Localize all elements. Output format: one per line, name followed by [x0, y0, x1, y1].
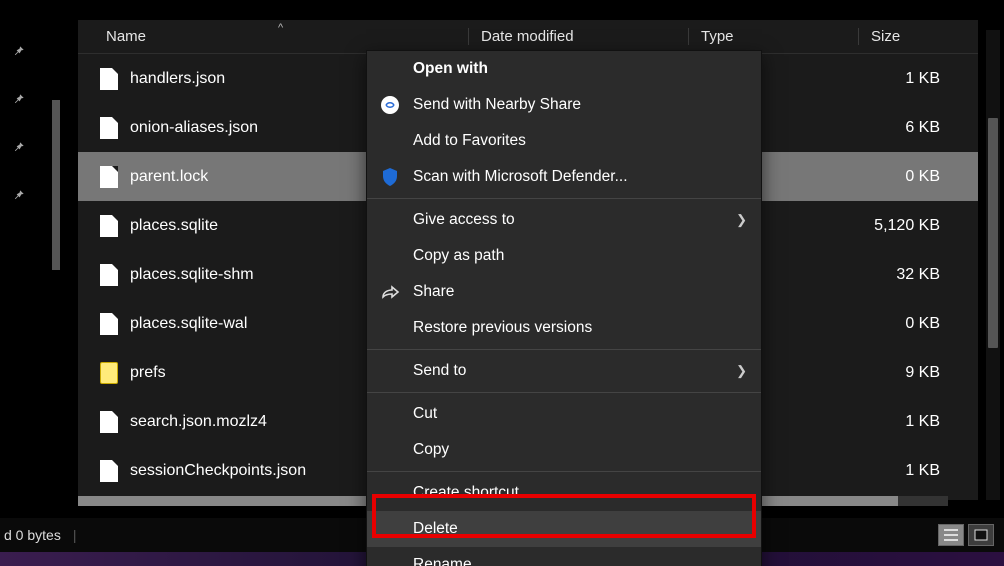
script-file-icon [98, 362, 120, 384]
menu-item-copy-as-path[interactable]: Copy as path [367, 238, 761, 274]
column-header-date[interactable]: Date modified [468, 28, 688, 45]
menu-item-label: Restore previous versions [413, 319, 592, 337]
column-headers: Name ^ Date modified Type Size [78, 20, 978, 54]
menu-item-create-shortcut[interactable]: Create shortcut [367, 475, 761, 511]
file-size: 32 KB [858, 266, 968, 284]
nearby-share-icon [379, 94, 401, 116]
file-name: search.json.mozlz4 [130, 413, 267, 431]
menu-item-label: Cut [413, 405, 437, 423]
column-header-type[interactable]: Type [688, 28, 858, 45]
status-text: d 0 bytes [0, 527, 61, 543]
file-size: 0 KB [858, 315, 968, 333]
menu-item-label: Open with [413, 60, 488, 78]
file-icon [98, 215, 120, 237]
menu-item-label: Delete [413, 520, 458, 538]
header-date-label: Date modified [481, 28, 574, 45]
menu-item-copy[interactable]: Copy [367, 432, 761, 468]
pin-icon[interactable] [10, 90, 28, 108]
file-size: 9 KB [858, 364, 968, 382]
file-size: 1 KB [858, 70, 968, 88]
menu-item-label: Copy as path [413, 247, 504, 265]
menu-separator [367, 471, 761, 472]
menu-item-label: Copy [413, 441, 449, 459]
header-name-label: Name [106, 28, 146, 45]
menu-separator [367, 349, 761, 350]
thumbnails-view-button[interactable] [968, 524, 994, 546]
menu-item-label: Give access to [413, 211, 515, 229]
pin-icon[interactable] [10, 138, 28, 156]
menu-item-open-with[interactable]: Open with [367, 51, 761, 87]
file-name: places.sqlite-wal [130, 315, 247, 333]
menu-item-label: Share [413, 283, 454, 301]
file-size: 6 KB [858, 119, 968, 137]
file-icon [98, 460, 120, 482]
vertical-scrollbar-thumb[interactable] [988, 118, 998, 348]
file-size: 0 KB [858, 168, 968, 186]
menu-item-label: Add to Favorites [413, 132, 526, 150]
context-menu: Open with Send with Nearby Share Add to Fa… [366, 50, 762, 566]
pin-icon[interactable] [10, 42, 28, 60]
vertical-scrollbar[interactable] [986, 30, 1000, 500]
menu-item-label: Rename [413, 556, 472, 566]
menu-item-label: Create shortcut [413, 484, 519, 502]
quick-access-pins [10, 28, 38, 234]
file-size: 1 KB [858, 413, 968, 431]
menu-item-scan-with-microsoft-defender[interactable]: Scan with Microsoft Defender... [367, 159, 761, 195]
menu-item-label: Send with Nearby Share [413, 96, 581, 114]
shield-icon [379, 166, 401, 188]
menu-separator [367, 198, 761, 199]
share-icon [379, 281, 401, 303]
menu-item-send-to[interactable]: Send to ❯ [367, 353, 761, 389]
column-header-size[interactable]: Size [858, 28, 968, 45]
file-name: handlers.json [130, 70, 225, 88]
sort-indicator-icon: ^ [278, 22, 283, 34]
column-header-name[interactable]: Name ^ [78, 28, 468, 45]
menu-item-give-access-to[interactable]: Give access to ❯ [367, 202, 761, 238]
file-name: onion-aliases.json [130, 119, 258, 137]
menu-item-add-to-favorites[interactable]: Add to Favorites [367, 123, 761, 159]
chevron-right-icon: ❯ [736, 212, 747, 228]
file-size: 5,120 KB [858, 217, 968, 235]
file-icon [98, 117, 120, 139]
chevron-right-icon: ❯ [736, 363, 747, 379]
file-icon [98, 68, 120, 90]
file-name: prefs [130, 364, 166, 382]
file-name: parent.lock [130, 168, 208, 186]
menu-item-label: Send to [413, 362, 466, 380]
file-icon [98, 411, 120, 433]
nav-scrollbar[interactable] [52, 100, 60, 270]
file-icon [98, 264, 120, 286]
file-icon [98, 313, 120, 335]
file-name: sessionCheckpoints.json [130, 462, 306, 480]
menu-item-delete[interactable]: Delete [367, 511, 761, 547]
file-name: places.sqlite-shm [130, 266, 254, 284]
menu-item-label: Scan with Microsoft Defender... [413, 168, 628, 186]
menu-item-cut[interactable]: Cut [367, 396, 761, 432]
header-size-label: Size [871, 28, 900, 45]
menu-item-restore-previous-versions[interactable]: Restore previous versions [367, 310, 761, 346]
menu-item-send-with-nearby-share[interactable]: Send with Nearby Share [367, 87, 761, 123]
file-icon [98, 166, 120, 188]
file-name: places.sqlite [130, 217, 218, 235]
pin-icon[interactable] [10, 186, 28, 204]
details-view-button[interactable] [938, 524, 964, 546]
menu-item-share[interactable]: Share [367, 274, 761, 310]
file-size: 1 KB [858, 462, 968, 480]
menu-separator [367, 392, 761, 393]
view-buttons [938, 524, 994, 546]
header-type-label: Type [701, 28, 734, 45]
menu-item-rename[interactable]: Rename [367, 547, 761, 566]
